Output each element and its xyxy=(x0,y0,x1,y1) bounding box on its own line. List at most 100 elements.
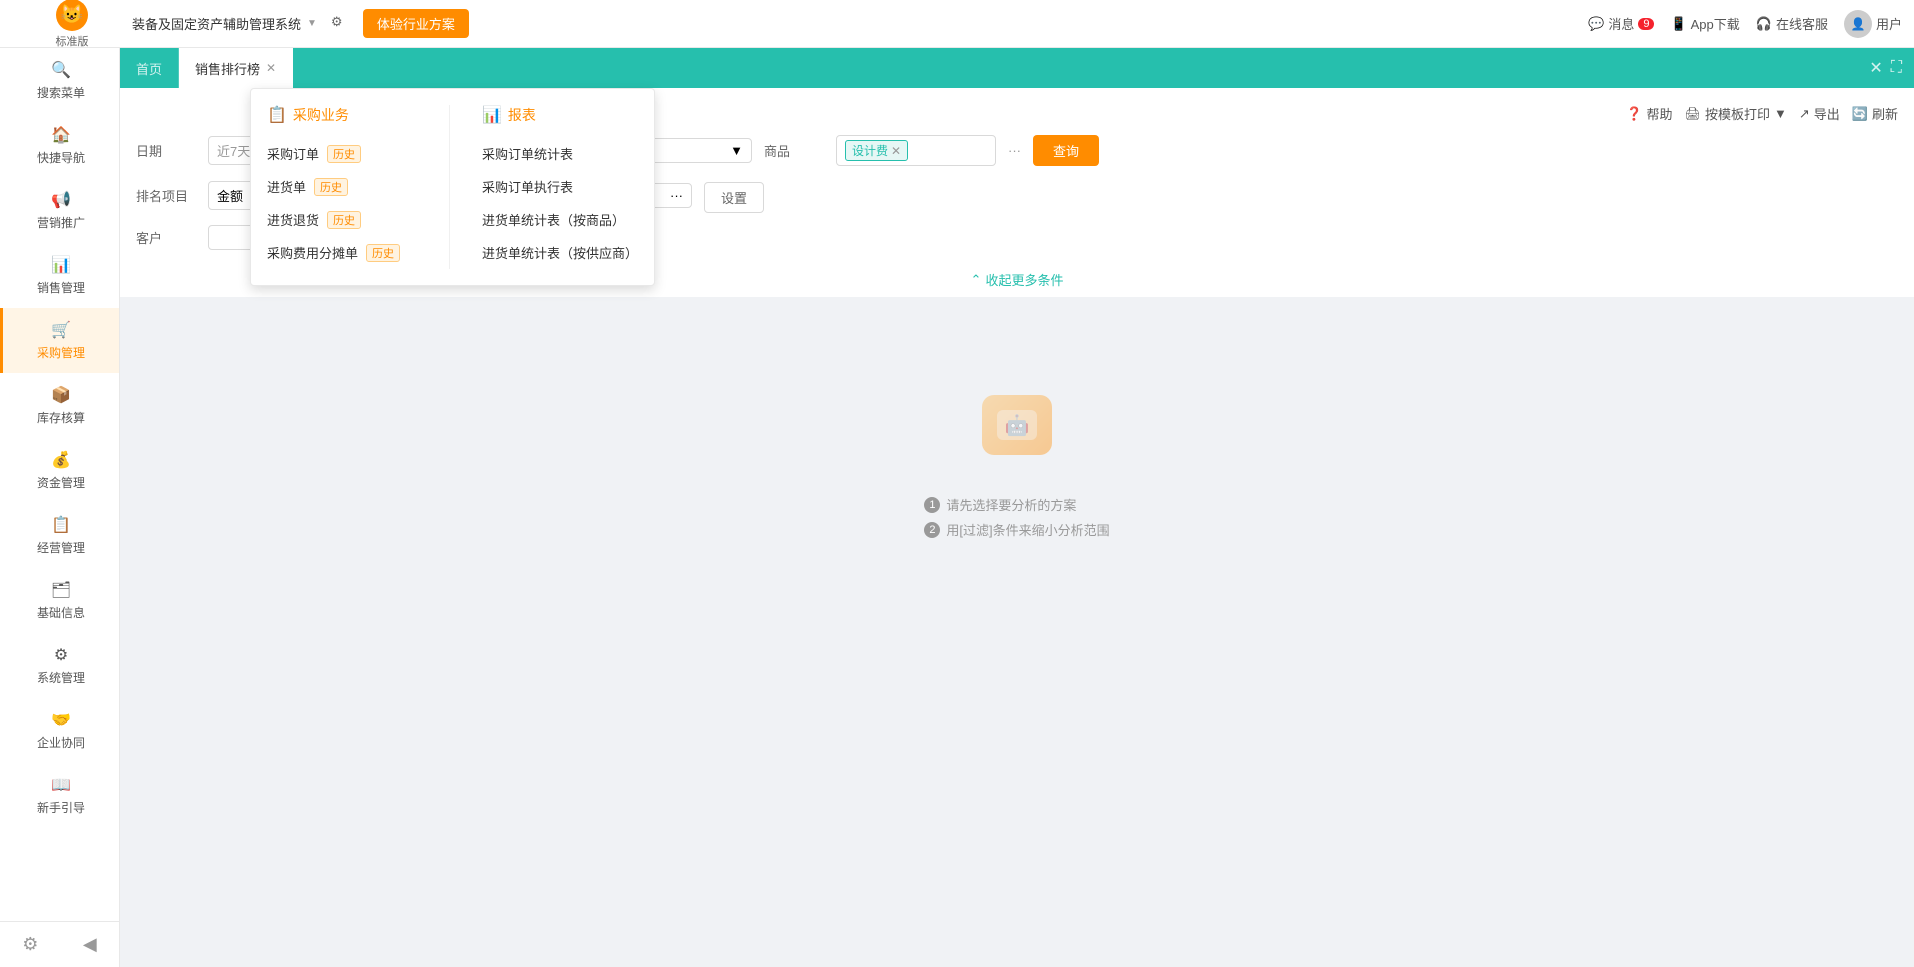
rank-filter-label: 排名项目 xyxy=(136,186,196,205)
sidebar-item-label: 系统管理 xyxy=(37,669,85,686)
sidebar-item-label: 搜索菜单 xyxy=(37,84,85,101)
sidebar-collapse-btn[interactable]: ◀ xyxy=(83,934,97,955)
salesman-dots[interactable]: ··· xyxy=(670,188,683,203)
sidebar-item-marketing[interactable]: 📢 营销推广 xyxy=(0,178,119,243)
tab-sales-rank[interactable]: 销售排行榜 ✕ xyxy=(179,48,293,88)
incoming-stat-supplier-label: 进货单统计表（按供应商） xyxy=(482,243,638,262)
purchase-menu-section: 📋 采购业务 采购订单 历史 进货单 历史 进货退货 历史 xyxy=(267,105,417,269)
menu-item-purchase-order[interactable]: 采购订单 历史 xyxy=(267,137,417,170)
export-label: 导出 xyxy=(1814,104,1840,123)
help-icon: ❓ xyxy=(1626,106,1642,122)
menu-item-purchase-order-stat[interactable]: 采购订单统计表 xyxy=(482,137,638,170)
empty-tip-2-text: 用[过滤]条件来缩小分析范围 xyxy=(946,520,1109,539)
tab-close-icon[interactable]: ✕ xyxy=(266,61,276,75)
sales-icon: 📊 xyxy=(51,255,71,275)
guide-icon: 📖 xyxy=(51,775,71,795)
goods-filter-label: 商品 xyxy=(764,141,824,160)
menu-item-incoming[interactable]: 进货单 历史 xyxy=(267,170,417,203)
sidebar-item-label: 销售管理 xyxy=(37,279,85,296)
print-icon: 🖨 xyxy=(1684,106,1701,122)
menu-item-incoming-stat-goods[interactable]: 进货单统计表（按商品） xyxy=(482,203,638,236)
sidebar-item-label: 经营管理 xyxy=(37,539,85,556)
empty-tip-2: 2 用[过滤]条件来缩小分析范围 xyxy=(924,520,1109,539)
basic-info-icon: 🗂 xyxy=(51,580,71,600)
top-bar: 😺 标准版 装备及固定资产辅助管理系统 ▼ ⚙ 体验行业方案 💬 消息 9 📱 … xyxy=(0,0,1914,48)
dropdown-menu[interactable]: 📋 采购业务 采购订单 历史 进货单 历史 进货退货 历史 xyxy=(250,88,655,286)
message-item[interactable]: 💬 消息 9 xyxy=(1588,14,1654,33)
user-item[interactable]: 👤 用户 xyxy=(1844,10,1902,38)
help-btn[interactable]: ❓ 帮助 xyxy=(1626,104,1672,123)
logo-icon: 😺 xyxy=(56,0,88,31)
sidebar-item-operations[interactable]: 📋 经营管理 xyxy=(0,503,119,568)
print-btn[interactable]: 🖨 按模板打印 ▼ xyxy=(1684,104,1786,123)
tab-home-label: 首页 xyxy=(136,59,162,78)
system-icon: ⚙ xyxy=(54,645,68,665)
purchase-icon: 🛒 xyxy=(51,320,71,340)
inventory-icon: 📦 xyxy=(51,385,71,405)
goods-tag-remove[interactable]: ✕ xyxy=(891,144,901,158)
sidebar-item-label: 库存核算 xyxy=(37,409,85,426)
enterprise-icon: 🤝 xyxy=(51,710,71,730)
empty-tips: 1 请先选择要分析的方案 2 用[过滤]条件来缩小分析范围 xyxy=(924,495,1109,545)
tab-actions: ✕ ⛶ xyxy=(1857,58,1914,78)
query-button[interactable]: 查询 xyxy=(1033,135,1099,166)
empty-tip-1-text: 请先选择要分析的方案 xyxy=(946,495,1076,514)
goods-more-btn[interactable]: ··· xyxy=(1008,143,1021,158)
menu-item-expense[interactable]: 采购费用分摊单 历史 xyxy=(267,236,417,269)
sidebar-bottom: ⚙ ◀ xyxy=(0,921,119,967)
report-menu-section: 📊 报表 采购订单统计表 采购订单执行表 进货单统计表（按商品） 进货单统计表（… xyxy=(482,105,638,269)
operations-icon: 📋 xyxy=(51,515,71,535)
goods-filter-input[interactable]: 设计费 ✕ xyxy=(836,135,996,166)
menu-item-purchase-order-exec[interactable]: 采购订单执行表 xyxy=(482,170,638,203)
sidebar-settings-btn[interactable]: ⚙ xyxy=(22,934,38,955)
sidebar-item-enterprise[interactable]: 🤝 企业协同 xyxy=(0,698,119,763)
sidebar-item-search-menu[interactable]: 🔍 搜索菜单 xyxy=(0,48,119,113)
menu-item-return[interactable]: 进货退货 历史 xyxy=(267,203,417,236)
system-title: 装备及固定资产辅助管理系统 ▼ ⚙ xyxy=(132,14,351,34)
industry-button[interactable]: 体验行业方案 xyxy=(363,9,469,38)
toolbar-right: ❓ 帮助 🖨 按模板打印 ▼ ↗ 导出 🔄 xyxy=(1626,104,1898,123)
collapse-button[interactable]: ⌃ 收起更多条件 xyxy=(971,270,1064,289)
empty-illustration: 🤖 xyxy=(967,385,1067,475)
set-button[interactable]: 设置 xyxy=(704,182,764,213)
purchase-section-title: 📋 采购业务 xyxy=(267,105,417,125)
user-label: 用户 xyxy=(1876,14,1902,33)
sidebar-item-sales[interactable]: 📊 销售管理 xyxy=(0,243,119,308)
sidebar-item-guide[interactable]: 📖 新手引导 xyxy=(0,763,119,828)
online-service-item[interactable]: 🎧 在线客服 xyxy=(1756,14,1828,33)
collapse-up-icon: ⌃ xyxy=(971,272,982,288)
tab-home[interactable]: 首页 xyxy=(120,48,179,88)
incoming-history: 历史 xyxy=(314,178,348,196)
sidebar-item-system[interactable]: ⚙ 系统管理 xyxy=(0,633,119,698)
menu-item-incoming-stat-supplier[interactable]: 进货单统计表（按供应商） xyxy=(482,236,638,269)
purchase-section-icon: 📋 xyxy=(267,105,287,125)
sidebar-item-purchase[interactable]: 🛒 采购管理 xyxy=(0,308,119,373)
tab-bar: 首页 销售排行榜 ✕ ✕ ⛶ xyxy=(120,48,1914,88)
top-bar-right: 💬 消息 9 📱 App下载 🎧 在线客服 👤 用户 xyxy=(1588,10,1902,38)
app-download-item[interactable]: 📱 App下载 xyxy=(1670,14,1739,33)
sidebar-item-label: 快捷导航 xyxy=(37,149,85,166)
sidebar-item-quick-nav[interactable]: 🏠 快捷导航 xyxy=(0,113,119,178)
tab-maximize-icon[interactable]: ⛶ xyxy=(1891,59,1902,77)
incoming-stat-goods-label: 进货单统计表（按商品） xyxy=(482,210,625,229)
tab-close-all-icon[interactable]: ✕ xyxy=(1869,58,1882,78)
settings-icon[interactable]: ⚙ xyxy=(331,14,351,34)
empty-state: 🤖 1 请先选择要分析的方案 2 用[过滤]条件来缩小分析范围 xyxy=(120,305,1914,625)
sidebar-item-label: 基础信息 xyxy=(37,604,85,621)
sidebar-item-funds[interactable]: 💰 资金管理 xyxy=(0,438,119,503)
sidebar-item-basic-info[interactable]: 🗂 基础信息 xyxy=(0,568,119,633)
print-arrow[interactable]: ▼ xyxy=(1774,106,1787,121)
system-title-arrow[interactable]: ▼ xyxy=(307,18,317,29)
funds-icon: 💰 xyxy=(51,450,71,470)
system-title-text: 装备及固定资产辅助管理系统 xyxy=(132,14,301,33)
export-btn[interactable]: ↗ 导出 xyxy=(1799,104,1840,123)
goods-tag[interactable]: 设计费 ✕ xyxy=(845,140,908,161)
date-value: 近7天 xyxy=(217,141,250,160)
sidebar-item-inventory[interactable]: 📦 库存核算 xyxy=(0,373,119,438)
status-arrow: ▼ xyxy=(730,143,743,158)
incoming-label: 进货单 xyxy=(267,177,306,196)
refresh-btn[interactable]: 🔄 刷新 xyxy=(1852,104,1898,123)
return-history: 历史 xyxy=(327,211,361,229)
refresh-label: 刷新 xyxy=(1872,104,1898,123)
print-label: 按模板打印 xyxy=(1705,104,1770,123)
